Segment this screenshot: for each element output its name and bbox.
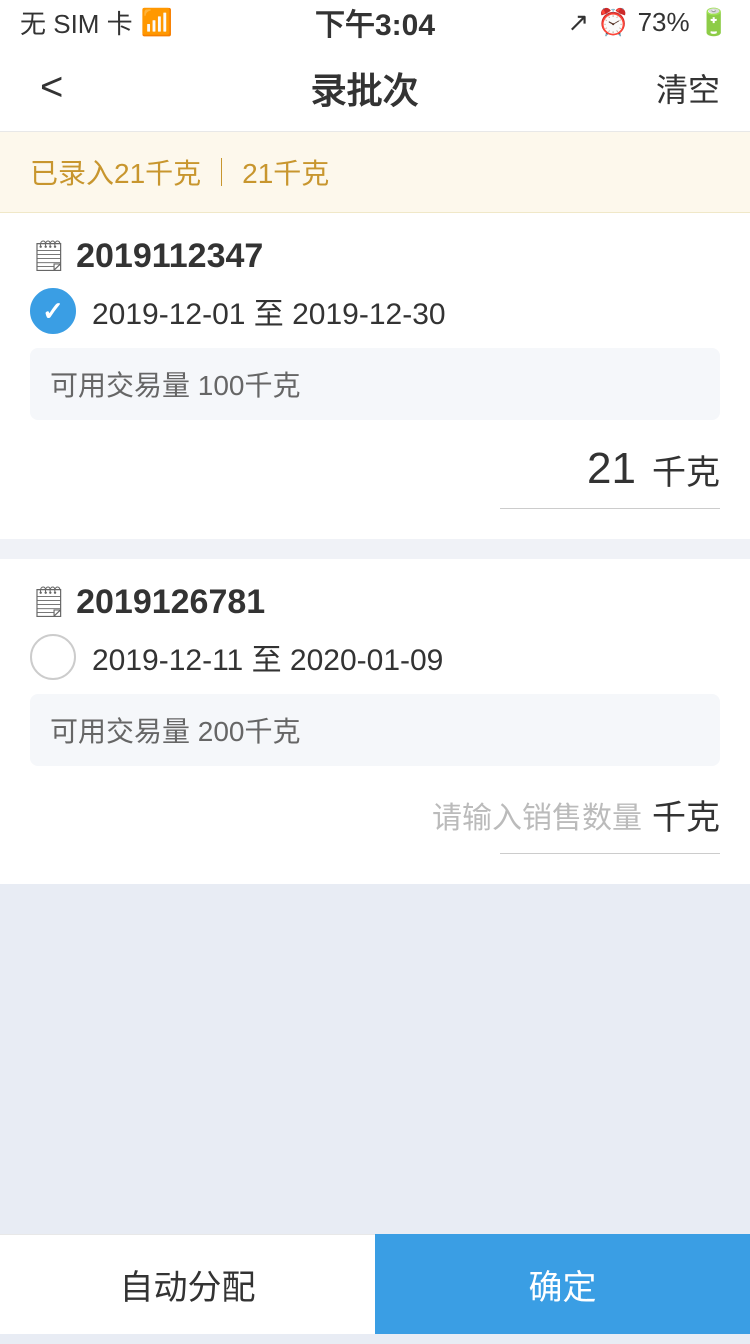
auto-distribute-button[interactable]: 自动分配	[0, 1234, 375, 1334]
status-time: 下午3:04	[315, 0, 435, 44]
batch-1-unit: 千克	[652, 445, 720, 494]
batch-2-date: 2019-12-11 至 2020-01-09	[92, 635, 443, 679]
batch-card-2: 🗒 2019126781 2019-12-11 至 2020-01-09 可用交…	[0, 559, 750, 884]
location-icon: ↗	[567, 7, 589, 38]
batch-card-1: 🗒 2019112347 2019-12-01 至 2019-12-30 可用交…	[0, 213, 750, 539]
batch-2-input-row: 请输入销售数量 千克	[30, 782, 720, 853]
status-bar: 无 SIM 卡 📶 下午3:04 ↗ ⏰ 73% 🔋	[0, 0, 750, 44]
battery-icon: 🔋	[698, 7, 730, 38]
wifi-icon: 📶	[141, 7, 173, 38]
summary-value: 21千克	[242, 152, 329, 192]
batch-2-icon: 🗒	[30, 585, 68, 620]
batch-1-quantity-row: 21 千克	[30, 436, 720, 508]
batch-2-input-underline	[500, 853, 720, 854]
summary-divider	[221, 158, 222, 186]
status-right: ↗ ⏰ 73% 🔋	[567, 7, 730, 38]
bottom-bar: 自动分配 确定	[0, 1234, 750, 1334]
batch-1-radio[interactable]	[30, 288, 76, 334]
clear-button[interactable]: 清空	[656, 65, 720, 111]
summary-recorded-label: 已录入21千克	[30, 152, 201, 192]
batch-2-date-row: 2019-12-11 至 2020-01-09	[30, 634, 720, 680]
batch-2-header: 🗒 2019126781	[30, 583, 720, 622]
section-divider	[0, 539, 750, 559]
alarm-icon: ⏰	[597, 7, 629, 38]
carrier-label: 无 SIM 卡	[20, 4, 133, 41]
batch-1-header: 🗒 2019112347	[30, 237, 720, 276]
batch-2-unit: 千克	[652, 790, 720, 839]
batch-1-quantity-value: 21	[587, 444, 636, 494]
batch-1-available: 可用交易量 100千克	[30, 348, 720, 420]
back-button[interactable]: <	[30, 55, 73, 120]
batch-1-date-row: 2019-12-01 至 2019-12-30	[30, 288, 720, 334]
page-title: 录批次	[311, 62, 419, 114]
batch-2-available: 可用交易量 200千克	[30, 694, 720, 766]
batch-1-date: 2019-12-01 至 2019-12-30	[92, 289, 446, 333]
confirm-button[interactable]: 确定	[375, 1234, 750, 1334]
batch-1-icon: 🗒	[30, 239, 68, 274]
batch-1-id: 2019112347	[76, 237, 263, 276]
batch-1-quantity-divider	[500, 508, 720, 509]
batch-2-radio[interactable]	[30, 634, 76, 680]
summary-bar: 已录入21千克 21千克	[0, 132, 750, 213]
status-left: 无 SIM 卡 📶	[20, 4, 173, 41]
batch-2-id: 2019126781	[76, 583, 265, 622]
battery-label: 73%	[638, 7, 690, 38]
nav-bar: < 录批次 清空	[0, 44, 750, 132]
batch-2-input-placeholder: 请输入销售数量	[432, 793, 642, 837]
